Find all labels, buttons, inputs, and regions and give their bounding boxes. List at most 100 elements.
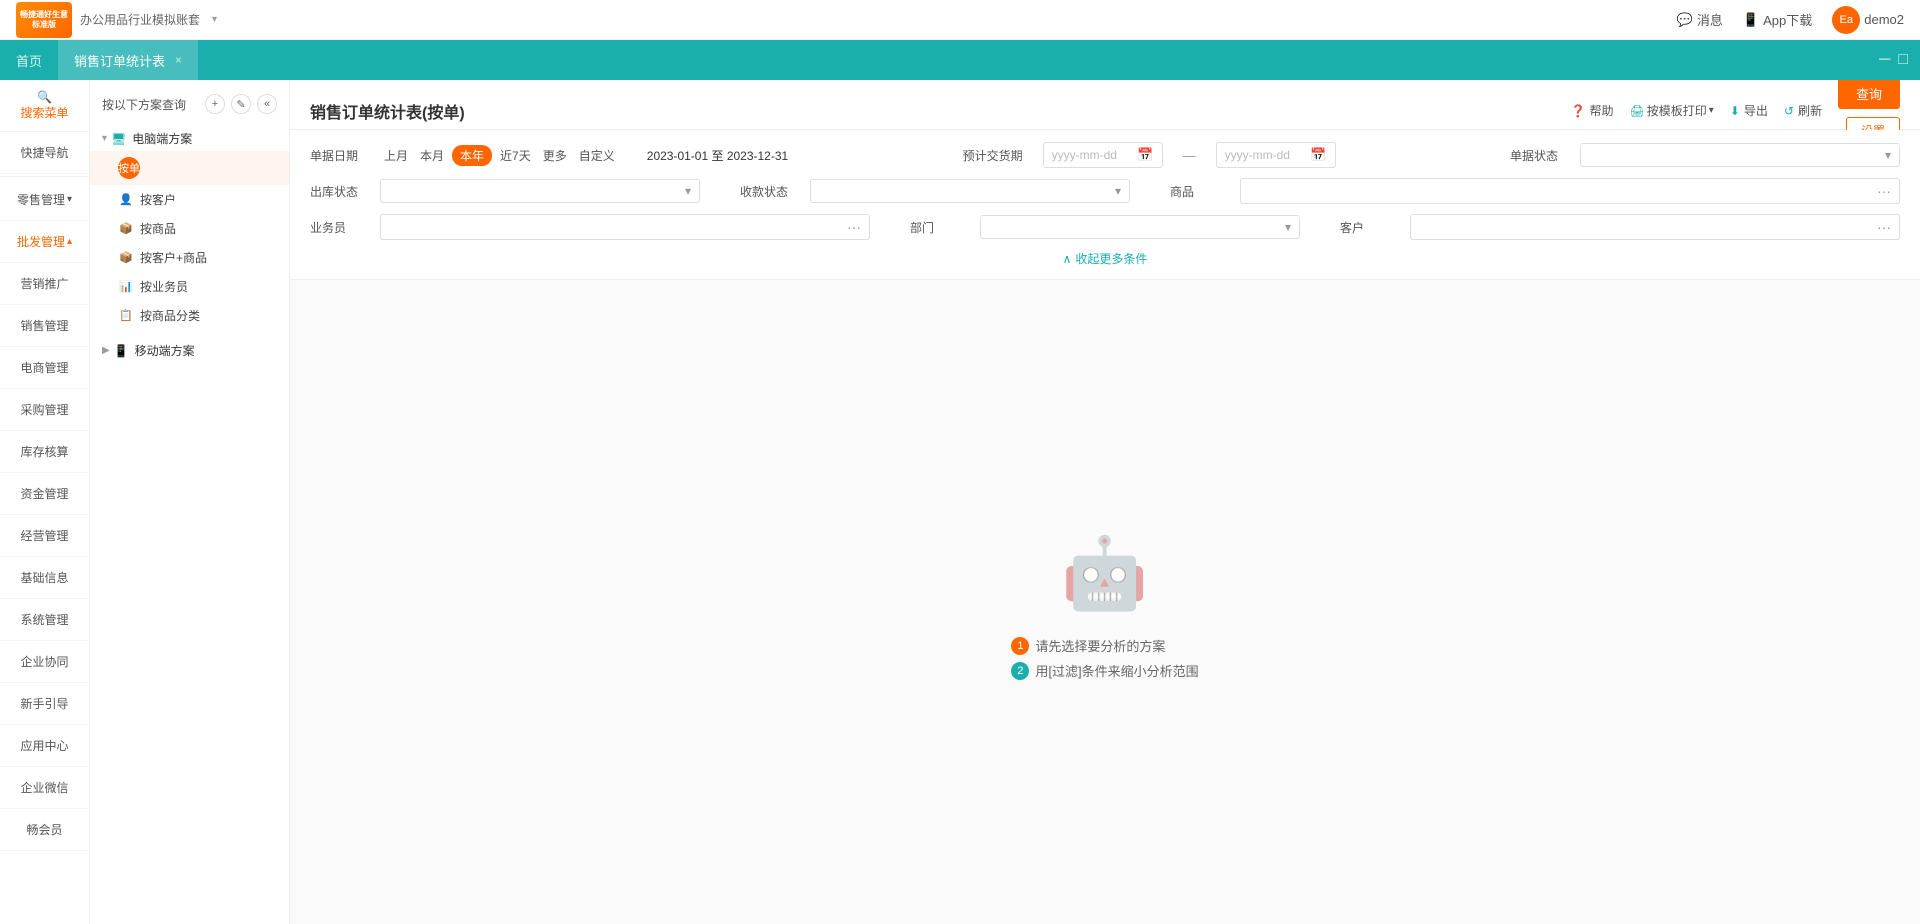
department-label: 部门 — [910, 219, 960, 236]
sidebar-item-retail[interactable]: 零售管理 ▾ — [0, 179, 89, 221]
left-panel: 按以下方案查询 + ✎ « ▾ 🖥 电脑端方案 — [90, 80, 290, 924]
sidebar-item-quick-nav[interactable]: 快捷导航 — [0, 132, 89, 174]
mobile-icon: 📱 — [114, 344, 129, 358]
edit-scheme-button[interactable]: ✎ — [231, 94, 251, 114]
delivery-status-select[interactable]: ▾ — [380, 179, 700, 203]
sidebar-item-newbie[interactable]: 新手引导 — [0, 683, 89, 725]
message-button[interactable]: 💬 消息 — [1677, 10, 1723, 29]
payment-status-caret-icon: ▾ — [1115, 184, 1121, 198]
query-button[interactable]: 查询 — [1838, 80, 1900, 109]
sidebar-item-finance[interactable]: 资金管理 — [0, 473, 89, 515]
tab-home[interactable]: 首页 — [0, 40, 58, 80]
sidebar-item-enterprise[interactable]: 企业协同 — [0, 641, 89, 683]
export-button[interactable]: ⬇ 导出 — [1730, 102, 1768, 119]
page-title: 销售订单统计表(按单) — [310, 99, 465, 123]
scheme-item-by-customer-goods[interactable]: 📦 按客户+商品 — [90, 243, 289, 272]
topbar-right: 💬 消息 📱 App下载 Ea demo2 — [1677, 6, 1904, 34]
sidebar-item-sales[interactable]: 销售管理 — [0, 305, 89, 347]
left-panel-header: 按以下方案查询 + ✎ « — [90, 90, 289, 122]
tabbar: 首页 销售订单统计表 × ─ □ — [0, 40, 1920, 80]
order-status-select[interactable]: ▾ — [1580, 143, 1900, 167]
right-panel: 销售订单统计表(按单) ❓ 帮助 🖨 按模板打印 ▾ ⬇ 导出 — [290, 80, 1920, 924]
tip-number-2: 2 — [1011, 662, 1029, 680]
sidebar-item-member[interactable]: 畅会员 — [0, 809, 89, 851]
page-titlebar: 销售订单统计表(按单) ❓ 帮助 🖨 按模板打印 ▾ ⬇ 导出 — [290, 80, 1920, 130]
topbar-left: 畅捷通好生意 标准版 办公用品行业模拟账套 ▾ — [16, 2, 217, 38]
collapse-filter-button[interactable]: ∧ 收起更多条件 — [310, 250, 1900, 267]
tab-close-icon[interactable]: × — [175, 53, 182, 67]
refresh-button[interactable]: ↺ 刷新 — [1784, 102, 1822, 119]
filter-area: 单据日期 上月 本月 本年 近7天 更多 自定义 2023-01-01 至 20… — [290, 130, 1920, 280]
scheme-item-by-salesman[interactable]: 📊 按业务员 — [90, 272, 289, 301]
sidebar-item-inventory[interactable]: 库存核算 — [0, 431, 89, 473]
tabbar-right: ─ □ — [1879, 40, 1920, 80]
shortcut-this-month[interactable]: 本月 — [416, 145, 448, 166]
goods-label: 商品 — [1170, 183, 1220, 200]
date-shortcuts: 上月 本月 本年 近7天 更多 自定义 — [380, 145, 619, 166]
logo-text: 畅捷通好生意 标准版 — [20, 10, 68, 29]
sidebar-item-purchase[interactable]: 采购管理 — [0, 389, 89, 431]
salesman-dots-icon[interactable]: ··· — [847, 219, 861, 235]
goods-dots-icon[interactable]: ··· — [1877, 183, 1891, 199]
add-scheme-button[interactable]: + — [205, 94, 225, 114]
topbar: 畅捷通好生意 标准版 办公用品行业模拟账套 ▾ 💬 消息 📱 App下载 Ea … — [0, 0, 1920, 40]
help-icon: ❓ — [1571, 104, 1586, 118]
sidebar-item-basic-info[interactable]: 基础信息 — [0, 557, 89, 599]
sidebar-search[interactable]: 🔍 搜索菜单 — [0, 80, 89, 132]
sidebar-item-system[interactable]: 系统管理 — [0, 599, 89, 641]
customer-dots-icon[interactable]: ··· — [1877, 219, 1891, 235]
shortcut-this-year[interactable]: 本年 — [452, 145, 492, 166]
collapse-filter-icon: ∧ — [1063, 252, 1072, 266]
filter-row-date: 单据日期 上月 本月 本年 近7天 更多 自定义 2023-01-01 至 20… — [310, 142, 1900, 168]
sidebar-item-ecommerce[interactable]: 电商管理 — [0, 347, 89, 389]
goods-input[interactable]: ··· — [1240, 178, 1900, 204]
help-button[interactable]: ❓ 帮助 — [1571, 102, 1614, 119]
minimize-icon[interactable]: ─ — [1879, 51, 1890, 69]
scheme-item-by-customer[interactable]: 👤 按客户 — [90, 185, 289, 214]
calendar-start-icon: 📅 — [1137, 147, 1153, 163]
sidebar-item-wholesale[interactable]: 批发管理 ▴ — [0, 221, 89, 263]
app-title-dropdown-icon[interactable]: ▾ — [212, 14, 217, 25]
user-profile[interactable]: Ea demo2 — [1832, 6, 1904, 34]
sidebar-item-operations[interactable]: 经营管理 — [0, 515, 89, 557]
empty-tips: 1 请先选择要分析的方案 2 用[过滤]条件来缩小分析范围 — [1011, 636, 1198, 680]
salesman-input[interactable]: ··· — [380, 214, 870, 240]
template-print-dropdown-icon: ▾ — [1709, 105, 1714, 116]
expected-date-end-input[interactable]: yyyy-mm-dd 📅 — [1216, 142, 1336, 168]
sidebar-item-wechat[interactable]: 企业微信 — [0, 767, 89, 809]
collapse-panel-button[interactable]: « — [257, 94, 277, 114]
scheme-item-by-goods-category[interactable]: 📋 按商品分类 — [90, 301, 289, 330]
expected-date-start-input[interactable]: yyyy-mm-dd 📅 — [1043, 142, 1163, 168]
sidebar-item-marketing[interactable]: 营销推广 — [0, 263, 89, 305]
mobile-scheme-category[interactable]: ▶ 📱 移动端方案 — [90, 338, 289, 363]
app-download-button[interactable]: 📱 App下载 — [1743, 10, 1812, 29]
divider — [0, 176, 89, 177]
desktop-scheme-category[interactable]: ▾ 🖥 电脑端方案 — [90, 126, 289, 151]
customer-input[interactable]: ··· — [1410, 214, 1900, 240]
mobile-scheme-section: ▶ 📱 移动端方案 — [90, 334, 289, 367]
app-download-icon: 📱 — [1743, 12, 1759, 28]
shortcut-last-7days[interactable]: 近7天 — [496, 145, 535, 166]
left-panel-icons: + ✎ « — [205, 94, 277, 114]
collapse-icon: « — [264, 98, 270, 110]
department-select[interactable]: ▾ — [980, 215, 1300, 239]
desktop-arrow-icon: ▾ — [102, 133, 107, 144]
search-icon: 🔍 — [37, 90, 52, 104]
tab-sales-order-stats[interactable]: 销售订单统计表 × — [58, 40, 198, 80]
maximize-icon[interactable]: □ — [1898, 51, 1908, 69]
goods-category-scheme-icon: 📋 — [118, 308, 134, 324]
customer-label: 客户 — [1340, 219, 1390, 236]
filter-row-status: 出库状态 ▾ 收款状态 ▾ 商品 ··· — [310, 178, 1900, 204]
content: 按以下方案查询 + ✎ « ▾ 🖥 电脑端方案 — [90, 80, 1920, 924]
calendar-end-icon: 📅 — [1310, 147, 1326, 163]
sidebar-item-app-center[interactable]: 应用中心 — [0, 725, 89, 767]
payment-status-select[interactable]: ▾ — [810, 179, 1130, 203]
shortcut-custom[interactable]: 自定义 — [575, 145, 619, 166]
scheme-item-by-order[interactable]: 按单 — [90, 151, 289, 185]
shortcut-last-month[interactable]: 上月 — [380, 145, 412, 166]
shortcut-more[interactable]: 更多 — [539, 145, 571, 166]
avatar: Ea — [1832, 6, 1860, 34]
desktop-icon: 🖥 — [111, 132, 126, 146]
template-print-button[interactable]: 🖨 按模板打印 ▾ — [1630, 102, 1714, 119]
scheme-item-by-goods[interactable]: 📦 按商品 — [90, 214, 289, 243]
